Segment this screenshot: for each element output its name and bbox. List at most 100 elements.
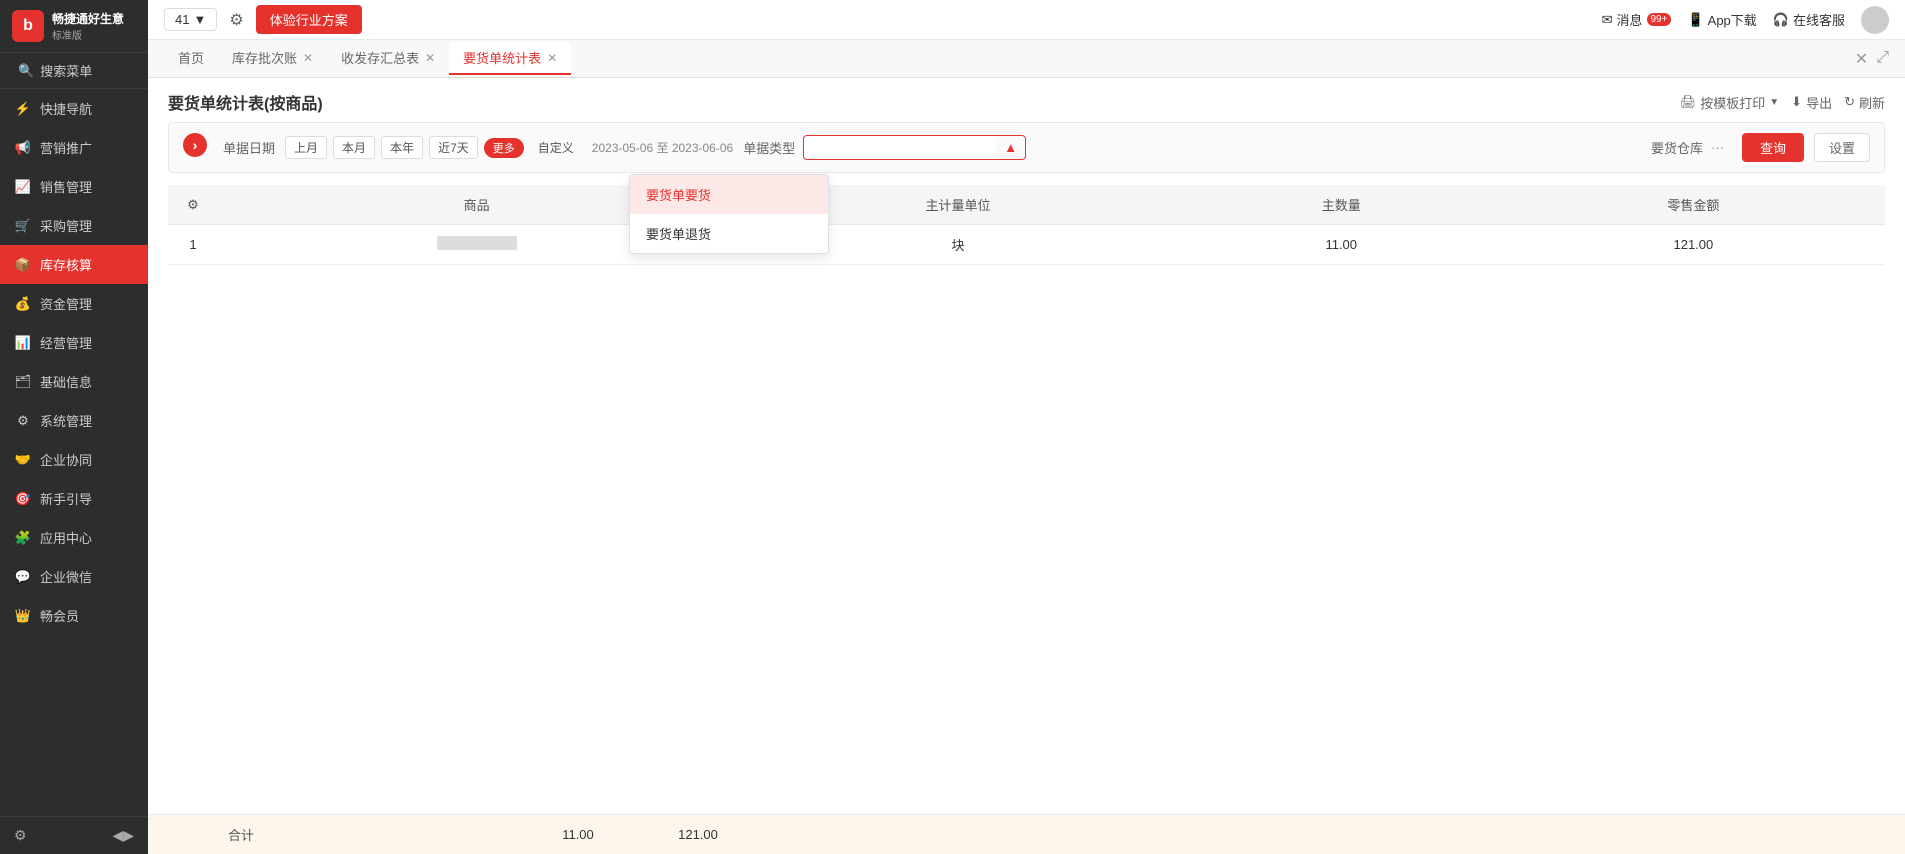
- notification-area[interactable]: ✉ 消息 99+: [1602, 10, 1672, 29]
- date-btn-this-year[interactable]: 本年: [381, 136, 423, 159]
- tab-home[interactable]: 首页: [164, 42, 218, 75]
- table-footer: 合计 11.00 121.00: [148, 814, 1905, 854]
- user-avatar[interactable]: [1861, 6, 1889, 34]
- app-download-area[interactable]: 📱 App下载: [1687, 10, 1756, 29]
- sidebar-item-guide[interactable]: 🎯 新手引导: [0, 479, 148, 518]
- sales-label: 销售管理: [40, 177, 92, 196]
- type-select-input[interactable]: [804, 136, 996, 159]
- settings-set-button[interactable]: 设置: [1814, 133, 1870, 162]
- appcenter-icon: 🧩: [14, 529, 32, 547]
- tab-summary[interactable]: 收发存汇总表 ✕: [327, 42, 449, 75]
- print-label: 按模板打印: [1700, 93, 1765, 112]
- inventory-label: 库存核算: [40, 255, 92, 274]
- finance-label: 资金管理: [40, 294, 92, 313]
- guide-icon: 🎯: [14, 490, 32, 508]
- header-left: 41 ▼ ⚙ 体验行业方案: [164, 5, 362, 34]
- date-btn-last-month[interactable]: 上月: [285, 136, 327, 159]
- sidebar-item-operations[interactable]: 📊 经营管理: [0, 323, 148, 362]
- page-actions: 🖨 按模板打印 ▼ ⬇ 导出 ↻ 刷新: [1680, 93, 1885, 112]
- dropdown-item-requisition-return[interactable]: 要货单退货: [630, 214, 828, 253]
- date-btn-this-month[interactable]: 本月: [333, 136, 375, 159]
- refresh-button[interactable]: ↻ 刷新: [1844, 93, 1885, 112]
- mobile-icon: 📱: [1687, 12, 1703, 28]
- sidebar-item-basics[interactable]: 🗂 基础信息: [0, 362, 148, 401]
- sidebar-nav: ⚡ 快捷导航 📢 营销推广 📈 销售管理 🛒 采购管理 📦 库存核算 💰 资金管…: [0, 89, 148, 816]
- date-btn-custom[interactable]: 自定义: [530, 137, 582, 158]
- type-filter-label: 单据类型: [743, 138, 795, 157]
- finance-icon: 💰: [14, 295, 32, 313]
- edition-label: 标准版: [52, 27, 124, 42]
- sidebar-item-system[interactable]: ⚙ 系统管理: [0, 401, 148, 440]
- purchase-label: 采购管理: [40, 216, 92, 235]
- sidebar-item-inventory[interactable]: 📦 库存核算: [0, 245, 148, 284]
- notification-label: 消息: [1616, 10, 1642, 29]
- sidebar-item-purchase[interactable]: 🛒 采购管理: [0, 206, 148, 245]
- tab-inventory-batch-close[interactable]: ✕: [303, 51, 313, 65]
- top-header: 41 ▼ ⚙ 体验行业方案 ✉ 消息 99+ 📱 App下载 🎧 在线客服: [148, 0, 1905, 40]
- type-filter-section: 单据类型 ▲: [743, 135, 1026, 160]
- app-logo-icon: b: [12, 10, 44, 42]
- tab-requisition-label: 要货单统计表: [463, 48, 541, 67]
- tab-inventory-batch[interactable]: 库存批次账 ✕: [218, 42, 327, 75]
- refresh-label: 刷新: [1859, 93, 1885, 112]
- minimize-icon[interactable]: ✕: [1855, 49, 1868, 69]
- chevron-down-icon: ▼: [193, 12, 206, 27]
- col-settings[interactable]: ⚙: [168, 185, 218, 225]
- page-title-bar: 要货单统计表(按商品) 🖨 按模板打印 ▼ ⬇ 导出 ↻ 刷新: [148, 78, 1905, 122]
- type-select-wrapper: ▲: [803, 135, 1026, 160]
- service-icon: 🎧: [1773, 12, 1789, 28]
- warehouse-more-icon[interactable]: ···: [1711, 140, 1724, 155]
- purchase-icon: 🛒: [14, 217, 32, 235]
- sidebar-item-collab[interactable]: 🤝 企业协同: [0, 440, 148, 479]
- sidebar-item-appcenter[interactable]: 🧩 应用中心: [0, 518, 148, 557]
- table-row: 1 块 11.00 121.00: [168, 225, 1885, 265]
- marketing-icon: 📢: [14, 139, 32, 157]
- collapse-footer-icon[interactable]: ◀▶: [112, 827, 134, 844]
- type-dropdown: 要货单要货 要货单退货: [629, 174, 829, 254]
- date-btn-last-7days[interactable]: 近7天: [429, 136, 478, 159]
- app-download-label: App下载: [1708, 10, 1757, 29]
- print-button[interactable]: 🖨 按模板打印 ▼: [1680, 93, 1779, 112]
- dropdown-item-requisition-order[interactable]: 要货单要货: [630, 175, 828, 214]
- export-label: 导出: [1806, 93, 1832, 112]
- company-selector[interactable]: 41 ▼: [164, 8, 217, 31]
- filter-expand-button[interactable]: ›: [183, 133, 207, 157]
- sidebar-footer: ⚙ ◀▶: [0, 816, 148, 854]
- sidebar-item-quicknav[interactable]: ⚡ 快捷导航: [0, 89, 148, 128]
- main-area: 41 ▼ ⚙ 体验行业方案 ✉ 消息 99+ 📱 App下载 🎧 在线客服: [148, 0, 1905, 854]
- cell-amount: 121.00: [1502, 225, 1885, 265]
- sidebar-logo-text: 畅捷通好生意 标准版: [52, 10, 124, 42]
- trial-button[interactable]: 体验行业方案: [256, 5, 362, 34]
- window-controls: ✕ ⤢: [1855, 49, 1889, 69]
- tab-home-label: 首页: [178, 48, 204, 67]
- sidebar-item-marketing[interactable]: 📢 营销推广: [0, 128, 148, 167]
- warehouse-label: 要货仓库: [1651, 138, 1703, 157]
- operations-icon: 📊: [14, 334, 32, 352]
- table-header-row: ⚙ 商品 主计量单位 主数量 零售金额: [168, 185, 1885, 225]
- export-button[interactable]: ⬇ 导出: [1791, 93, 1832, 112]
- col-qty: 主数量: [1181, 185, 1502, 225]
- header-settings-icon[interactable]: ⚙: [229, 10, 243, 30]
- tab-summary-close[interactable]: ✕: [425, 51, 435, 65]
- sidebar-item-finance[interactable]: 💰 资金管理: [0, 284, 148, 323]
- header-right: ✉ 消息 99+ 📱 App下载 🎧 在线客服: [1602, 6, 1889, 34]
- sidebar-item-weixin[interactable]: 💬 企业微信: [0, 557, 148, 596]
- tab-requisition[interactable]: 要货单统计表 ✕: [449, 42, 571, 75]
- search-menu-label: 搜索菜单: [40, 61, 92, 80]
- maximize-icon[interactable]: ⤢: [1876, 49, 1889, 69]
- settings-footer-icon[interactable]: ⚙: [14, 827, 27, 844]
- sidebar-item-member[interactable]: 👑 畅会员: [0, 596, 148, 635]
- online-service-area[interactable]: 🎧 在线客服: [1773, 10, 1845, 29]
- date-btn-more[interactable]: 更多: [484, 138, 524, 158]
- query-button[interactable]: 查询: [1742, 133, 1804, 162]
- notification-badge: 99+: [1647, 13, 1672, 26]
- weixin-icon: 💬: [14, 568, 32, 586]
- col-amount: 零售金额: [1502, 185, 1885, 225]
- date-quick-btns: 上月 本月 本年 近7天 更多 自定义: [285, 136, 582, 159]
- search-menu-item[interactable]: 🔍 搜索菜单: [0, 53, 148, 89]
- type-select-arrow-icon[interactable]: ▲: [996, 136, 1025, 159]
- tab-requisition-close[interactable]: ✕: [547, 51, 557, 65]
- sidebar-item-sales[interactable]: 📈 销售管理: [0, 167, 148, 206]
- tab-summary-label: 收发存汇总表: [341, 48, 419, 67]
- main-table: ⚙ 商品 主计量单位 主数量 零售金额 1 块 11.00: [168, 185, 1885, 265]
